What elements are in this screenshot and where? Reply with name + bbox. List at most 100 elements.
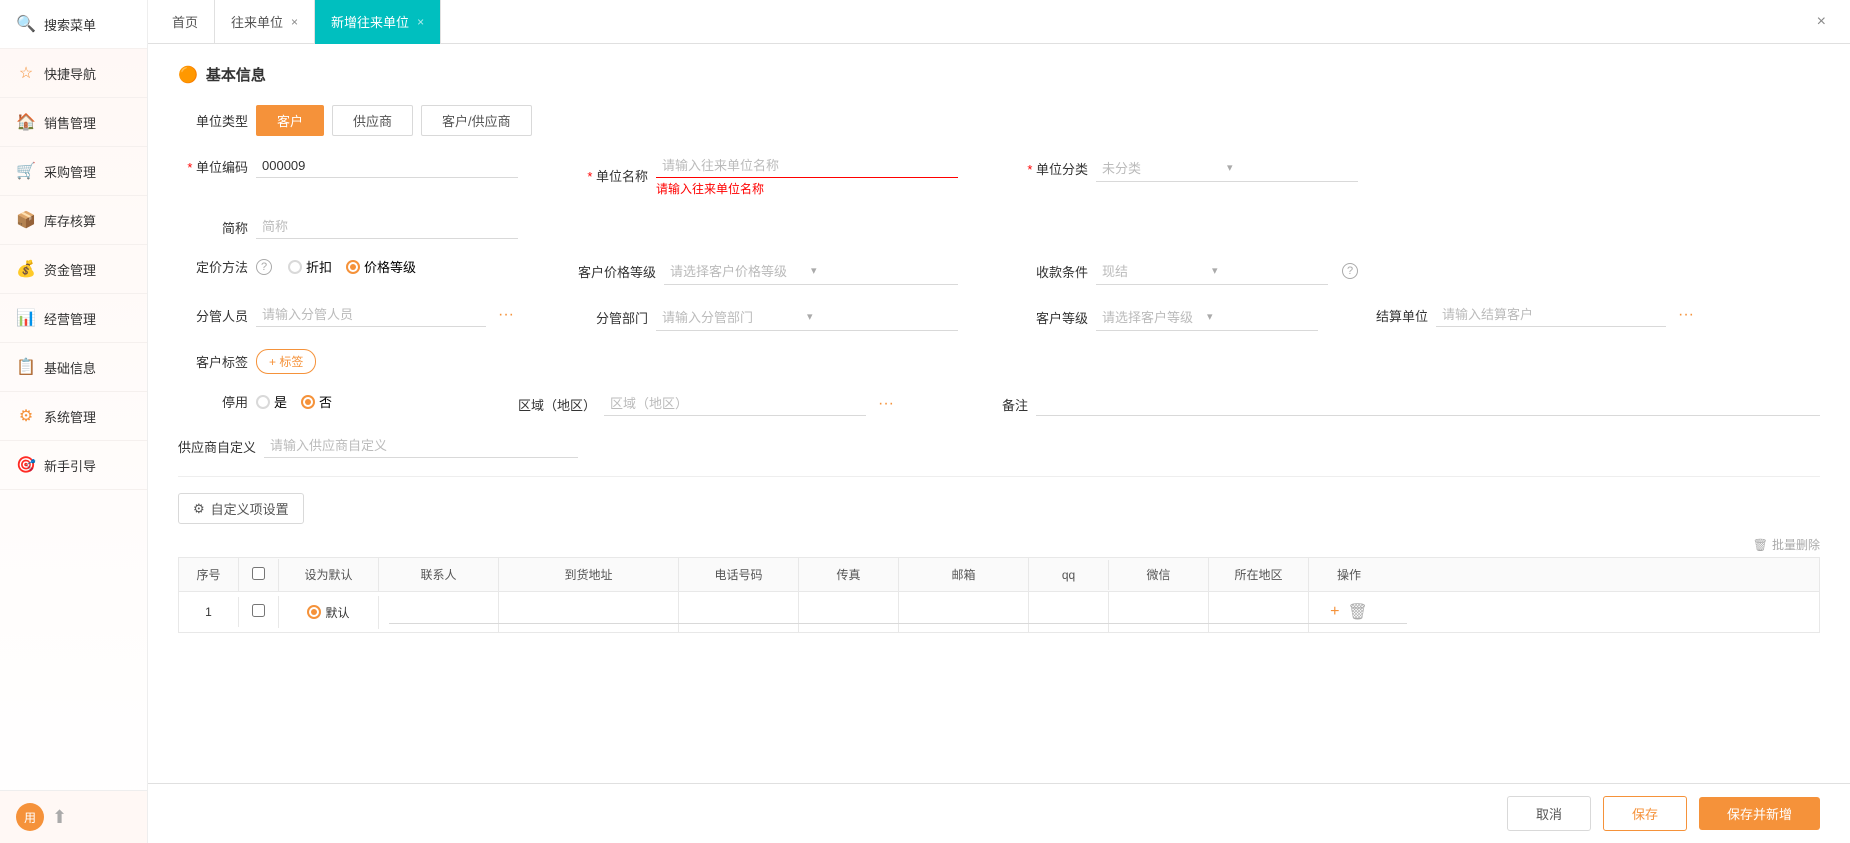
settlement-input[interactable] [1436,303,1666,327]
table-header: 序号 设为默认 联系人 到货地址 电话号码 传真 邮箱 qq 微信 所在地区 操… [178,557,1820,591]
field-dept: 分管部门 请输入分管部门 ▾ [578,303,958,331]
row-manager: 分管人员 ··· 分管部门 请输入分管部门 ▾ 客户等级 请选择客户等级 ▾ 结… [178,303,1820,331]
pricing-label: 定价方法 [178,257,248,276]
unit-type-row: 单位类型 客户 供应商 客户/供应商 [178,105,1820,136]
sidebar-item-basic[interactable]: 📋 基础信息 [0,343,147,392]
tab-new-partner-close[interactable]: × [417,15,424,29]
sidebar-item-system[interactable]: ⚙ 系统管理 [0,392,147,441]
sidebar-item-inventory[interactable]: 📦 库存核算 [0,196,147,245]
td-area [1209,592,1309,632]
tab-partners-label: 往来单位 [231,12,283,31]
del-row-btn[interactable]: 🗑 [1348,602,1368,622]
discount-radio[interactable] [288,260,302,274]
dept-label: 分管部门 [578,308,648,327]
discount-label: 折扣 [306,257,332,276]
tab-new-partner[interactable]: 新增往来单位 × [315,0,441,44]
header-checkbox[interactable] [252,567,265,580]
td-default[interactable]: 默认 [279,596,379,629]
save-new-button[interactable]: 保存并新增 [1699,797,1820,830]
settlement-more-btn[interactable]: ··· [1674,306,1698,324]
field-supplier-custom: 供应商自定义 [178,434,578,458]
supplier-custom-input[interactable] [264,434,578,458]
disabled-yes[interactable]: 是 [256,392,287,411]
category-select[interactable]: 未分类 ▾ [1096,154,1358,182]
row-checkbox[interactable] [252,604,265,617]
code-input[interactable] [256,154,518,178]
default-label: 默认 [325,604,349,621]
manager-more-btn[interactable]: ··· [494,306,518,324]
customer-level-select[interactable]: 请选择客户等级 ▾ [1096,303,1318,331]
sidebar-bottom: 用 ⬆ [0,790,147,843]
type-btn-both[interactable]: 客户/供应商 [421,105,532,136]
th-wx: 微信 [1109,558,1209,591]
sidebar: 🔍 搜索菜单 ☆ 快捷导航 🏠 销售管理 🛒 采购管理 📦 库存核算 💰 资金管… [0,0,148,843]
default-radio[interactable] [307,605,321,619]
name-input[interactable] [656,154,958,178]
shortname-label: 简称 [178,218,248,237]
type-btn-customer[interactable]: 客户 [256,105,324,136]
finance-icon: 💰 [16,259,36,279]
tab-partners-close[interactable]: × [291,15,298,29]
row-shortname: 简称 [178,215,1820,239]
customer-price-select[interactable]: 请选择客户价格等级 ▾ [664,257,958,285]
sidebar-item-sales[interactable]: 🏠 销售管理 [0,98,147,147]
sidebar-item-finance[interactable]: 💰 资金管理 [0,245,147,294]
sidebar-item-search[interactable]: 🔍 搜索菜单 [0,0,147,49]
area-input[interactable] [604,392,866,416]
sidebar-item-newbie[interactable]: 🎯 新手引导 [0,441,147,490]
tab-home[interactable]: 首页 [156,0,215,44]
yes-radio[interactable] [256,395,270,409]
customer-price-placeholder: 请选择客户价格等级 [670,261,811,280]
payment-select[interactable]: 现结 ▾ [1096,257,1328,285]
th-op: 操作 [1309,558,1389,591]
th-seq: 序号 [179,558,239,591]
add-tag-btn[interactable]: + 标签 [256,349,316,374]
th-fax: 传真 [799,558,899,591]
quicknav-icon: ☆ [16,63,36,83]
category-label: 单位分类 [1018,159,1088,178]
pricing-help-icon[interactable]: ? [256,259,272,275]
add-row-btn[interactable]: + [1330,603,1339,621]
inventory-icon: 📦 [16,210,36,230]
tag-label: 客户标签 [178,352,248,371]
pricing-level[interactable]: 价格等级 [346,257,416,276]
pricing-discount[interactable]: 折扣 [288,257,332,276]
close-all-tabs[interactable]: × [1801,13,1842,31]
level-radio[interactable] [346,260,360,274]
td-contact [379,592,499,632]
sidebar-item-quicknav[interactable]: ☆ 快捷导航 [0,49,147,98]
section-icon: 🟠 [178,65,198,85]
sidebar-item-operations[interactable]: 📊 经营管理 [0,294,147,343]
save-button[interactable]: 保存 [1603,796,1687,831]
code-label: 单位编码 [178,157,248,176]
tab-home-label: 首页 [172,12,198,31]
type-btn-supplier[interactable]: 供应商 [332,105,413,136]
area-more-btn[interactable]: ··· [874,395,898,413]
no-label: 否 [319,392,332,411]
field-remarks: 备注 [958,392,1820,416]
batch-delete-btn[interactable]: 🗑 批量删除 [178,536,1820,553]
custom-settings-btn[interactable]: ⚙ 自定义项设置 [178,493,304,524]
field-area: 区域（地区） ··· [518,392,898,416]
addr-input[interactable] [509,600,697,624]
basic-icon: 📋 [16,357,36,377]
name-input-group: 请输入往来单位名称 [656,154,958,197]
td-email [899,592,1029,632]
customer-price-label: 客户价格等级 [578,262,656,281]
sidebar-item-purchase[interactable]: 🛒 采购管理 [0,147,147,196]
disabled-no[interactable]: 否 [301,392,332,411]
operations-icon: 📊 [16,308,36,328]
dept-select[interactable]: 请输入分管部门 ▾ [656,303,958,331]
cancel-button[interactable]: 取消 [1507,796,1591,831]
remarks-input[interactable] [1036,392,1820,416]
name-label: 单位名称 [578,166,648,185]
tab-bar: 首页 往来单位 × 新增往来单位 × × [148,0,1850,44]
section-title-basic: 🟠 基本信息 [178,64,1820,85]
tab-partners[interactable]: 往来单位 × [215,0,315,44]
td-phone [679,592,799,632]
shortname-input[interactable] [256,215,518,239]
main-area: 首页 往来单位 × 新增往来单位 × × 🟠 基本信息 单位类型 客户 供应商 … [148,0,1850,843]
manager-input[interactable] [256,303,486,327]
payment-help-icon[interactable]: ? [1342,263,1358,279]
no-radio[interactable] [301,395,315,409]
